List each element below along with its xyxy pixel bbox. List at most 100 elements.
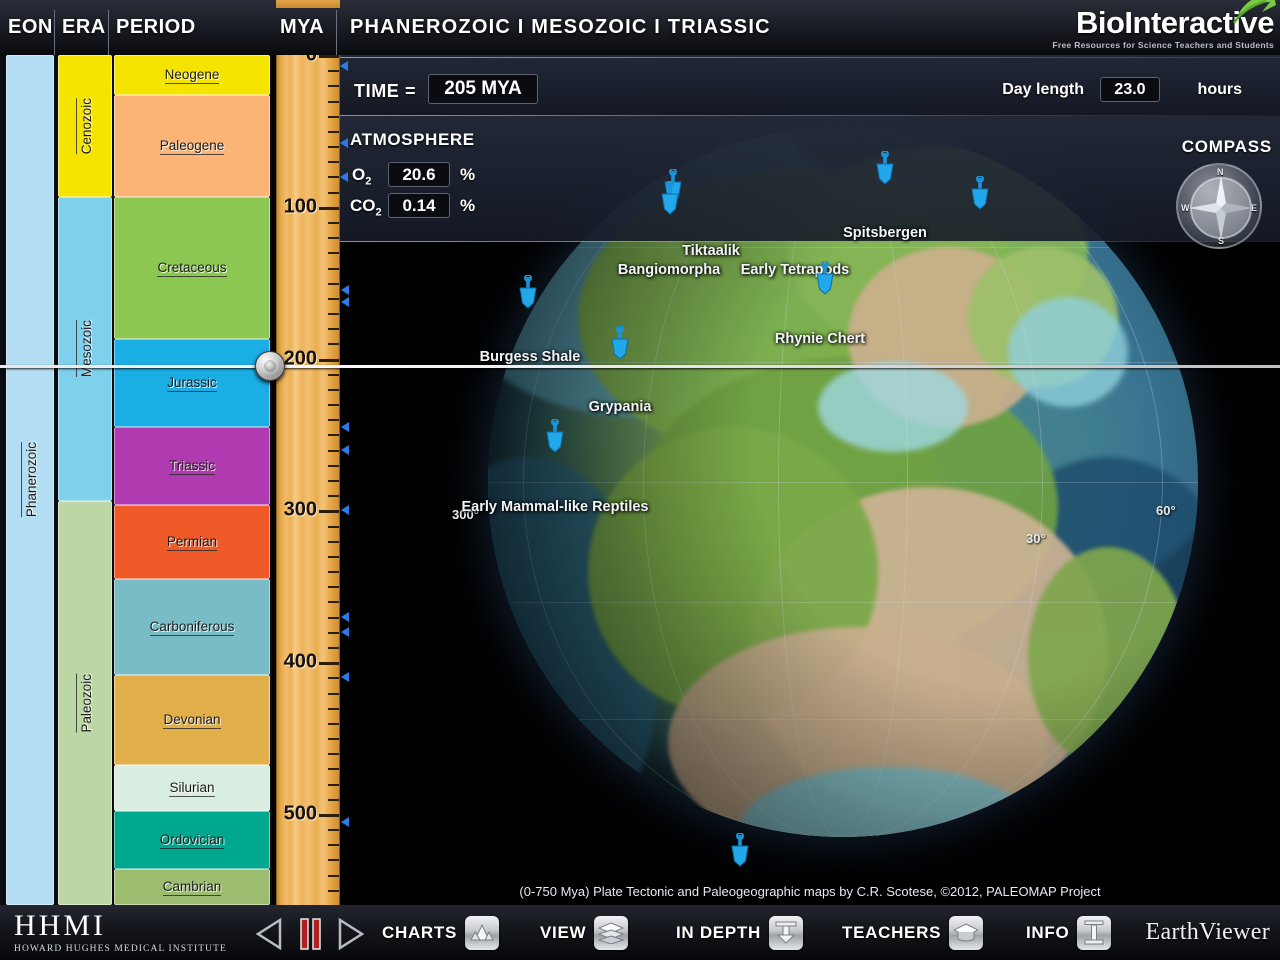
ruler-tick-minor (328, 555, 339, 558)
ruler-tick-minor (328, 221, 339, 224)
down-arrow-icon (768, 916, 803, 950)
ruler-tick-minor (328, 783, 339, 786)
period-label: Triassic (169, 457, 215, 475)
nav-button-in-depth[interactable]: IN DEPTH (676, 913, 803, 953)
era-cenozoic[interactable]: Cenozoic (58, 55, 112, 197)
forward-button[interactable] (332, 915, 368, 953)
playback-controls[interactable] (252, 915, 372, 955)
ruler-tick-minor (328, 844, 339, 847)
nav-button-charts[interactable]: CHARTS (382, 913, 500, 953)
period-label: Neogene (164, 66, 220, 84)
event-marker-0[interactable] (341, 285, 349, 296)
compass-east: E (1250, 203, 1257, 213)
period-jurassic[interactable]: Jurassic (114, 339, 270, 427)
period-neogene[interactable]: Neogene (114, 55, 270, 95)
header-period: PERIOD (116, 16, 196, 38)
era-mesozoic[interactable]: Mesozoic (58, 197, 112, 501)
panel-arrow-tab-o2[interactable] (340, 172, 348, 182)
o2-unit: % (460, 165, 476, 184)
ruler-tick-minor (328, 798, 339, 801)
ruler-tick-minor (328, 373, 339, 376)
period-devonian[interactable]: Devonian (114, 675, 270, 765)
event-marker-5[interactable] (341, 611, 349, 622)
mya-ruler[interactable]: 0100200300400500 (276, 44, 340, 907)
event-marker-8[interactable] (341, 816, 349, 827)
o2-value[interactable]: 20.6 (388, 162, 450, 187)
event-marker-2[interactable] (341, 421, 349, 432)
shovel-pin-icon (609, 325, 631, 360)
event-marker-6[interactable] (341, 626, 349, 637)
period-ordovician[interactable]: Ordovician (114, 811, 270, 869)
event-marker-4[interactable] (341, 505, 349, 516)
era-paleozoic[interactable]: Paleozoic (58, 501, 112, 905)
ruler-tick-minor (328, 464, 339, 467)
nav-button-teachers[interactable]: TEACHERS (842, 913, 984, 953)
hhmi-tagline: HOWARD HUGHES MEDICAL INSTITUTE (14, 944, 227, 954)
ruler-tick-major (319, 55, 339, 58)
ruler-tick-minor (328, 768, 339, 771)
nav-button-label: CHARTS (382, 923, 458, 942)
period-paleogene[interactable]: Paleogene (114, 95, 270, 197)
co2-symbol: CO (350, 196, 376, 215)
period-triassic[interactable]: Triassic (114, 427, 270, 505)
ruler-tick-minor (328, 146, 339, 149)
ruler-tick-minor (328, 115, 339, 118)
ruler-tick-minor (328, 495, 339, 498)
nav-button-view[interactable]: VIEW (540, 913, 629, 953)
period-cretaceous[interactable]: Cretaceous (114, 197, 270, 339)
period-permian[interactable]: Permian (114, 505, 270, 579)
time-value[interactable]: 205 MYA (428, 74, 538, 104)
ruler-tick-minor (328, 237, 339, 240)
period-silurian[interactable]: Silurian (114, 765, 270, 811)
compass-south: S (1218, 236, 1225, 246)
period-carboniferous[interactable]: Carboniferous (114, 579, 270, 675)
shovel-pin-icon (517, 274, 539, 309)
panel-arrow-tab-atmosphere[interactable] (340, 138, 348, 148)
ruler-tick-minor (328, 677, 339, 680)
pause-button[interactable] (292, 915, 328, 953)
map-marker-label: Bangiomorpha (617, 262, 721, 278)
top-header-bar: EON ERA PERIOD MYA PHANEROZOIC I MESOZOI… (0, 0, 1280, 55)
ruler-tick-minor (328, 631, 339, 634)
longitude-label-60: 60° (1156, 503, 1176, 518)
period-label: Devonian (163, 711, 221, 729)
co2-value[interactable]: 0.14 (388, 193, 450, 218)
rewind-button[interactable] (252, 915, 288, 953)
graduation-cap-icon (949, 916, 984, 950)
biointeractive-logo[interactable]: BioInteractive Free Resources for Scienc… (1012, 0, 1276, 54)
ruler-tick-minor (328, 85, 339, 88)
daylength-label: Day length (1002, 81, 1084, 98)
time-slider-knob[interactable] (255, 351, 285, 382)
ruler-tick-major (319, 510, 339, 514)
event-marker-3[interactable] (341, 444, 349, 455)
daylength-value[interactable]: 23.0 (1100, 77, 1160, 102)
period-cambrian[interactable]: Cambrian (114, 869, 270, 905)
era-label: Cenozoic (76, 97, 94, 155)
time-slider-track[interactable] (0, 365, 1280, 369)
ruler-tick-minor (328, 692, 339, 695)
eon-label: Phanerozoic (21, 442, 39, 518)
hhmi-logo[interactable]: HHMI HOWARD HUGHES MEDICAL INSTITUTE (14, 911, 227, 955)
header-eon: EON (8, 16, 53, 38)
longitude-label-30: 30° (1026, 531, 1046, 546)
event-marker-1[interactable] (341, 297, 349, 308)
nav-button-info[interactable]: INFO (1026, 913, 1112, 953)
period-label: Ordovician (159, 831, 225, 849)
ruler-tick-minor (328, 130, 339, 133)
compass-rose[interactable]: N E S W (1176, 163, 1262, 249)
shovel-pin-icon (969, 175, 991, 210)
geologic-timescale: Phanerozoic Cenozoic Mesozoic Paleozoic Ne… (0, 55, 272, 905)
eon-phanerozoic[interactable]: Phanerozoic (6, 55, 54, 905)
rewind-icon (255, 917, 282, 951)
globe-viewport[interactable]: 300° 30° 60° Spitsbergen Tiktaalik Bangiomor… (340, 55, 1280, 905)
ruler-tick-major (319, 358, 339, 362)
shovel-pin-icon (814, 260, 836, 295)
event-marker-7[interactable] (341, 672, 349, 683)
nav-button-label: INFO (1026, 923, 1070, 942)
panel-arrow-tab-top[interactable] (340, 61, 348, 71)
compass-north: N (1217, 167, 1224, 177)
pause-icon (300, 918, 321, 950)
layers-icon (594, 916, 629, 950)
header-era: ERA (62, 16, 106, 38)
mountain-chart-icon (465, 916, 500, 950)
